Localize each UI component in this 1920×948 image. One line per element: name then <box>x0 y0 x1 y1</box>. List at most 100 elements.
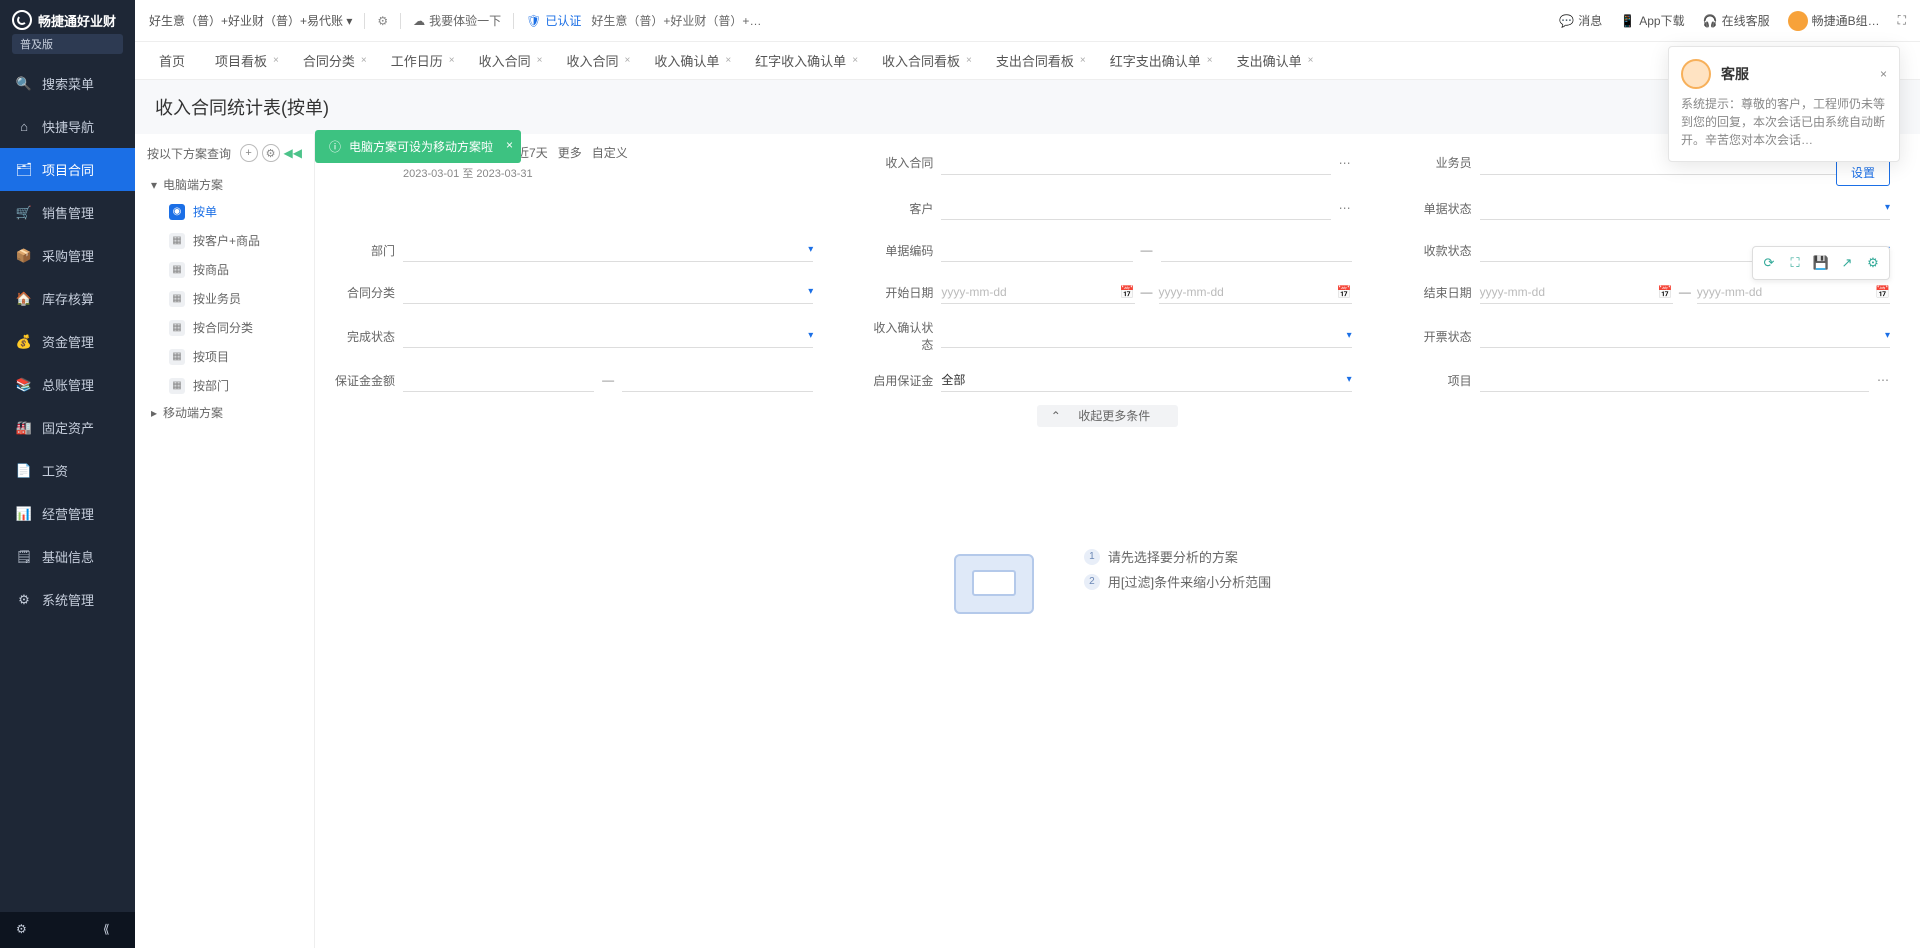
nav-icon: 🔍 <box>16 76 32 92</box>
collapse-sidebar-icon[interactable]: ⟪ <box>103 922 119 938</box>
invoice-status-select[interactable]: ▾ <box>1480 324 1890 348</box>
sidebar-item-8[interactable]: 🏭固定资产 <box>0 406 135 449</box>
tab-11[interactable]: 支出确认单× <box>1227 45 1324 76</box>
deposit-to-input[interactable] <box>622 368 813 392</box>
bill-no-input-2[interactable] <box>1161 238 1352 262</box>
sidebar-item-10[interactable]: 📊经营管理 <box>0 492 135 535</box>
config-icon[interactable]: ⚙ <box>1861 251 1885 275</box>
tab-5[interactable]: 收入合同× <box>556 45 640 76</box>
sidebar-item-2[interactable]: 🗂项目合同 <box>0 148 135 191</box>
product-combo-dropdown[interactable]: 好生意（普）+好业财（普）+易代账 ▾ <box>149 12 352 29</box>
picker-icon[interactable]: ⋯ <box>1339 201 1352 215</box>
product-combo-2[interactable]: 好生意（普）+好业财（普）+… <box>591 12 761 29</box>
sidebar-item-6[interactable]: 💰资金管理 <box>0 320 135 363</box>
tab-1[interactable]: 项目看板× <box>205 45 289 76</box>
tab-3[interactable]: 工作日历× <box>381 45 465 76</box>
app-download-link[interactable]: 📱 App下载 <box>1620 12 1684 29</box>
scheme-item-0-3[interactable]: ▦按业务员 <box>135 284 314 313</box>
export-icon[interactable]: ↗ <box>1835 251 1859 275</box>
picker-icon[interactable]: ⋯ <box>1877 373 1890 387</box>
tab-9[interactable]: 支出合同看板× <box>986 45 1096 76</box>
scheme-group-1[interactable]: ▸移动端方案 <box>135 400 314 425</box>
settings-button[interactable]: 设置 <box>1836 159 1890 186</box>
main-area: 好生意（普）+好业财（普）+易代账 ▾ ⚙ ☁ 我要体验一下 🛡 已认证 好生意… <box>135 0 1920 948</box>
scheme-settings-icon[interactable]: ⚙ <box>262 144 280 162</box>
scheme-item-0-1[interactable]: ▦按客户+商品 <box>135 226 314 255</box>
sidebar-item-5[interactable]: 🏠库存核算 <box>0 277 135 320</box>
date-range-text: 2023-03-01 至 2023-03-31 <box>403 165 533 181</box>
sidebar-item-9[interactable]: 📄工资 <box>0 449 135 492</box>
tab-6[interactable]: 收入确认单× <box>644 45 741 76</box>
expand-icon[interactable]: ⛶ <box>1783 251 1807 275</box>
add-scheme-icon[interactable]: + <box>240 144 258 162</box>
support-close-icon[interactable]: × <box>1880 67 1887 81</box>
bill-no-input[interactable] <box>941 238 1132 262</box>
tab-close-icon[interactable]: × <box>361 55 367 66</box>
verified-badge: 🛡 已认证 <box>526 12 581 29</box>
start-date-to[interactable]: yyyy-mm-dd📅 <box>1159 280 1352 304</box>
tab-close-icon[interactable]: × <box>852 55 858 66</box>
tab-close-icon[interactable]: × <box>537 55 543 66</box>
tab-8[interactable]: 收入合同看板× <box>872 45 982 76</box>
complete-status-select[interactable]: ▾ <box>403 324 813 348</box>
scheme-item-0-4[interactable]: ▦按合同分类 <box>135 313 314 342</box>
sidebar-item-12[interactable]: ⚙系统管理 <box>0 578 135 621</box>
user-menu[interactable]: 畅捷通B组… <box>1788 11 1880 31</box>
gear-icon[interactable]: ⚙ <box>377 14 388 28</box>
tab-10[interactable]: 红字支出确认单× <box>1100 45 1223 76</box>
tab-0[interactable]: 首页 <box>149 45 201 76</box>
scheme-item-0-2[interactable]: ▦按商品 <box>135 255 314 284</box>
scheme-group-0[interactable]: ▾电脑端方案 <box>135 172 314 197</box>
tab-close-icon[interactable]: × <box>273 55 279 66</box>
period-自定义[interactable]: 自定义 <box>592 144 628 163</box>
tab-close-icon[interactable]: × <box>966 55 972 66</box>
enable-deposit-select[interactable]: 全部▾ <box>941 368 1351 392</box>
start-date-from[interactable]: yyyy-mm-dd📅 <box>941 280 1134 304</box>
project-input[interactable] <box>1480 368 1869 392</box>
period-更多[interactable]: 更多 <box>558 144 582 163</box>
tab-close-icon[interactable]: × <box>624 55 630 66</box>
refresh-icon[interactable]: ⟳ <box>1757 251 1781 275</box>
settings-icon[interactable]: ⚙ <box>16 922 32 938</box>
sidebar-item-7[interactable]: 📚总账管理 <box>0 363 135 406</box>
contract-cat-select[interactable]: ▾ <box>403 280 813 304</box>
try-link[interactable]: ☁ 我要体验一下 <box>413 12 501 29</box>
sidebar-item-1[interactable]: ⌂快捷导航 <box>0 105 135 148</box>
messages-link[interactable]: 💬 消息 <box>1559 12 1602 29</box>
tab-close-icon[interactable]: × <box>1308 55 1314 66</box>
customer-input[interactable] <box>941 196 1330 220</box>
scheme-item-0-5[interactable]: ▦按项目 <box>135 342 314 371</box>
fullscreen-icon[interactable]: ⛶ <box>1898 13 1906 28</box>
scheme-item-0-6[interactable]: ▦按部门 <box>135 371 314 400</box>
scheme-item-0-0[interactable]: ◉按单 <box>135 197 314 226</box>
end-date-to[interactable]: yyyy-mm-dd📅 <box>1697 280 1890 304</box>
end-date-from[interactable]: yyyy-mm-dd📅 <box>1480 280 1673 304</box>
bill-status-select[interactable]: ▾ <box>1480 196 1890 220</box>
period-近7天[interactable]: 近7天 <box>517 144 548 163</box>
tab-close-icon[interactable]: × <box>1080 55 1086 66</box>
sidebar-item-4[interactable]: 📦采购管理 <box>0 234 135 277</box>
collapse-filters-toggle[interactable]: ⌃ 收起更多条件 <box>1037 405 1178 427</box>
confirm-status-select[interactable]: ▾ <box>941 324 1351 348</box>
scheme-item-icon: ▦ <box>169 233 185 249</box>
tab-7[interactable]: 红字收入确认单× <box>745 45 868 76</box>
sidebar-item-11[interactable]: 🗒基础信息 <box>0 535 135 578</box>
sidebar-item-0[interactable]: 🔍搜索菜单 <box>0 62 135 105</box>
sidebar-item-3[interactable]: 🛒销售管理 <box>0 191 135 234</box>
support-link[interactable]: 🎧 在线客服 <box>1703 12 1770 29</box>
save-icon[interactable]: 💾 <box>1809 251 1833 275</box>
dept-select[interactable]: ▾ <box>403 238 813 262</box>
tab-2[interactable]: 合同分类× <box>293 45 377 76</box>
deposit-from-input[interactable] <box>403 368 594 392</box>
income-contract-input[interactable] <box>941 151 1330 175</box>
calendar-icon: 📅 <box>1658 285 1673 299</box>
tip-close-icon[interactable]: × <box>506 138 513 152</box>
tab-close-icon[interactable]: × <box>725 55 731 66</box>
info-icon: ⓘ <box>329 138 341 155</box>
tab-close-icon[interactable]: × <box>1207 55 1213 66</box>
support-title: 客服 <box>1721 64 1749 84</box>
picker-icon[interactable]: ⋯ <box>1339 156 1352 170</box>
collapse-scheme-icon[interactable]: ◀◀ <box>284 146 302 160</box>
tab-4[interactable]: 收入合同× <box>469 45 553 76</box>
tab-close-icon[interactable]: × <box>449 55 455 66</box>
